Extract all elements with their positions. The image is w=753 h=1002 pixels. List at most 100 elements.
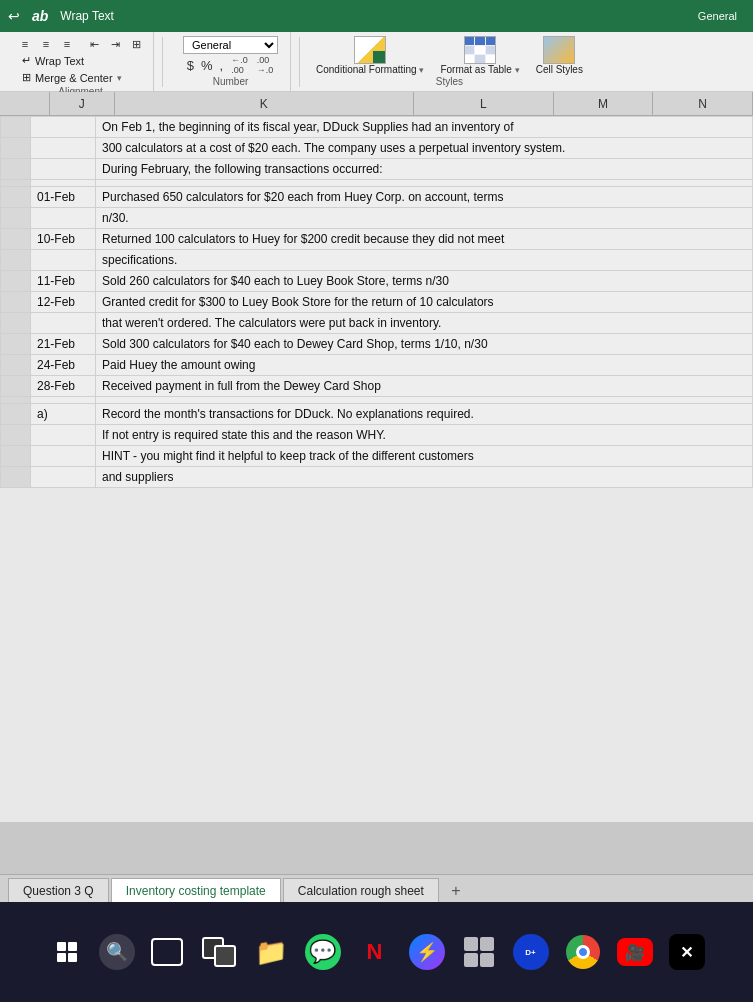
table-row[interactable]: and suppliers — [1, 467, 753, 488]
number-format-select[interactable]: General — [183, 36, 278, 54]
merge-center-button[interactable]: ⊞ Merge & Center ▾ — [16, 69, 128, 86]
align-top-center-icon[interactable]: ≡ — [37, 36, 55, 52]
table-row[interactable]: 21-Feb Sold 300 calculators for $40 each… — [1, 334, 753, 355]
file-explorer-button[interactable]: 📁 — [251, 932, 291, 972]
tab-question3q[interactable]: Question 3 Q — [8, 878, 109, 902]
task-view-button[interactable] — [147, 932, 187, 972]
merge-dropdown-arrow[interactable]: ▾ — [117, 73, 122, 83]
chrome-button[interactable] — [563, 932, 603, 972]
video-button[interactable]: 🎥 — [615, 932, 655, 972]
netflix-button[interactable]: N — [355, 932, 395, 972]
content-cell[interactable]: that weren't ordered. The calculators we… — [96, 313, 753, 334]
row-num-cell — [1, 334, 31, 355]
comma-button[interactable]: , — [218, 56, 226, 75]
date-cell[interactable] — [31, 446, 96, 467]
content-cell[interactable]: Sold 260 calculators for $40 each to Lue… — [96, 271, 753, 292]
content-cell[interactable]: On Feb 1, the beginning of its fiscal ye… — [96, 117, 753, 138]
apps-button[interactable] — [459, 932, 499, 972]
table-row[interactable]: HINT - you might find it helpful to keep… — [1, 446, 753, 467]
table-row[interactable]: 24-Feb Paid Huey the amount owing — [1, 355, 753, 376]
content-cell[interactable]: n/30. — [96, 208, 753, 229]
date-cell[interactable] — [31, 313, 96, 334]
table-row[interactable]: 10-Feb Returned 100 calculators to Huey … — [1, 229, 753, 250]
indent-decrease-icon[interactable]: ⇤ — [85, 36, 103, 52]
percent-button[interactable]: % — [199, 56, 215, 75]
table-row[interactable]: specifications. — [1, 250, 753, 271]
table-row[interactable]: During February, the following transacti… — [1, 159, 753, 180]
content-cell[interactable]: During February, the following transacti… — [96, 159, 753, 180]
format-table-arrow[interactable]: ▾ — [515, 65, 520, 75]
content-cell[interactable]: Received payment in full from the Dewey … — [96, 376, 753, 397]
cell-styles-button[interactable]: Cell Styles — [536, 36, 583, 75]
content-cell[interactable] — [96, 180, 753, 187]
table-row[interactable] — [1, 397, 753, 404]
messenger-button[interactable]: ⚡ — [407, 932, 447, 972]
date-cell[interactable]: 24-Feb — [31, 355, 96, 376]
wrap-text-top[interactable]: Wrap Text — [60, 9, 114, 23]
table-row[interactable]: 300 calculators at a cost of $20 each. T… — [1, 138, 753, 159]
wrap-text-button[interactable]: ↵ Wrap Text — [16, 52, 90, 69]
tab-inventory-costing[interactable]: Inventory costing template — [111, 878, 281, 902]
decimal-increase-button[interactable]: ←.0.00 — [228, 54, 251, 76]
table-row[interactable]: 11-Feb Sold 260 calculators for $40 each… — [1, 271, 753, 292]
date-cell[interactable] — [31, 425, 96, 446]
tab-add-button[interactable]: + — [445, 880, 467, 902]
date-cell[interactable] — [31, 467, 96, 488]
table-row[interactable]: n/30. — [1, 208, 753, 229]
date-cell[interactable] — [31, 180, 96, 187]
format-as-table-button[interactable]: Format as Table ▾ — [440, 36, 519, 75]
x-button[interactable]: ✕ — [667, 932, 707, 972]
table-row[interactable]: 01-Feb Purchased 650 calculators for $20… — [1, 187, 753, 208]
content-cell[interactable]: Record the month's transactions for DDuc… — [96, 404, 753, 425]
disney-plus-button[interactable]: D+ — [511, 932, 551, 972]
table-row[interactable] — [1, 180, 753, 187]
undo-button[interactable]: ↩ — [8, 8, 20, 24]
date-cell[interactable] — [31, 159, 96, 180]
date-cell[interactable] — [31, 138, 96, 159]
table-row[interactable]: a) Record the month's transactions for D… — [1, 404, 753, 425]
content-cell[interactable]: specifications. — [96, 250, 753, 271]
windows-start-button[interactable] — [47, 932, 87, 972]
content-cell[interactable] — [96, 397, 753, 404]
table-row[interactable]: If not entry is required state this and … — [1, 425, 753, 446]
date-cell[interactable]: 12-Feb — [31, 292, 96, 313]
date-cell[interactable]: 28-Feb — [31, 376, 96, 397]
content-cell[interactable]: Returned 100 calculators to Huey for $20… — [96, 229, 753, 250]
multitasking-button[interactable] — [199, 932, 239, 972]
date-cell[interactable]: 01-Feb — [31, 187, 96, 208]
tab-calculation-rough[interactable]: Calculation rough sheet — [283, 878, 439, 902]
row-num-cell — [1, 271, 31, 292]
dollar-sign-button[interactable]: $ — [185, 56, 196, 75]
content-cell[interactable]: Granted credit for $300 to Luey Book Sto… — [96, 292, 753, 313]
merge-icon[interactable]: ⊞ — [127, 36, 145, 52]
content-cell[interactable]: 300 calculators at a cost of $20 each. T… — [96, 138, 753, 159]
date-cell[interactable] — [31, 117, 96, 138]
content-cell[interactable]: If not entry is required state this and … — [96, 425, 753, 446]
content-cell[interactable]: Paid Huey the amount owing — [96, 355, 753, 376]
date-cell[interactable]: a) — [31, 404, 96, 425]
date-cell[interactable] — [31, 208, 96, 229]
table-row[interactable]: that weren't ordered. The calculators we… — [1, 313, 753, 334]
align-top-left-icon[interactable]: ≡ — [16, 36, 34, 52]
whatsapp-button[interactable]: 💬 — [303, 932, 343, 972]
table-row[interactable]: On Feb 1, the beginning of its fiscal ye… — [1, 117, 753, 138]
cond-format-arrow[interactable]: ▾ — [419, 65, 424, 75]
date-cell[interactable] — [31, 250, 96, 271]
indent-increase-icon[interactable]: ⇥ — [106, 36, 124, 52]
table-row[interactable]: 28-Feb Received payment in full from the… — [1, 376, 753, 397]
date-cell[interactable]: 10-Feb — [31, 229, 96, 250]
date-cell[interactable] — [31, 397, 96, 404]
date-cell[interactable]: 11-Feb — [31, 271, 96, 292]
content-cell[interactable]: Purchased 650 calculators for $20 each f… — [96, 187, 753, 208]
decimal-decrease-button[interactable]: .00→.0 — [254, 54, 277, 76]
content-cell[interactable]: Sold 300 calculators for $40 each to Dew… — [96, 334, 753, 355]
conditional-formatting-button[interactable]: Conditional Formatting ▾ — [316, 36, 424, 75]
date-cell[interactable]: 21-Feb — [31, 334, 96, 355]
align-top-right-icon[interactable]: ≡ — [58, 36, 76, 52]
search-button[interactable]: 🔍 — [99, 934, 135, 970]
table-row[interactable]: 12-Feb Granted credit for $300 to Luey B… — [1, 292, 753, 313]
content-cell[interactable]: and suppliers — [96, 467, 753, 488]
content-cell[interactable]: HINT - you might find it helpful to keep… — [96, 446, 753, 467]
ribbon-toolbar: ≡ ≡ ≡ ⇤ ⇥ ⊞ ↵ Wrap Text ⊞ Merge & Center… — [0, 32, 753, 92]
redo-button[interactable]: ab — [32, 8, 48, 24]
